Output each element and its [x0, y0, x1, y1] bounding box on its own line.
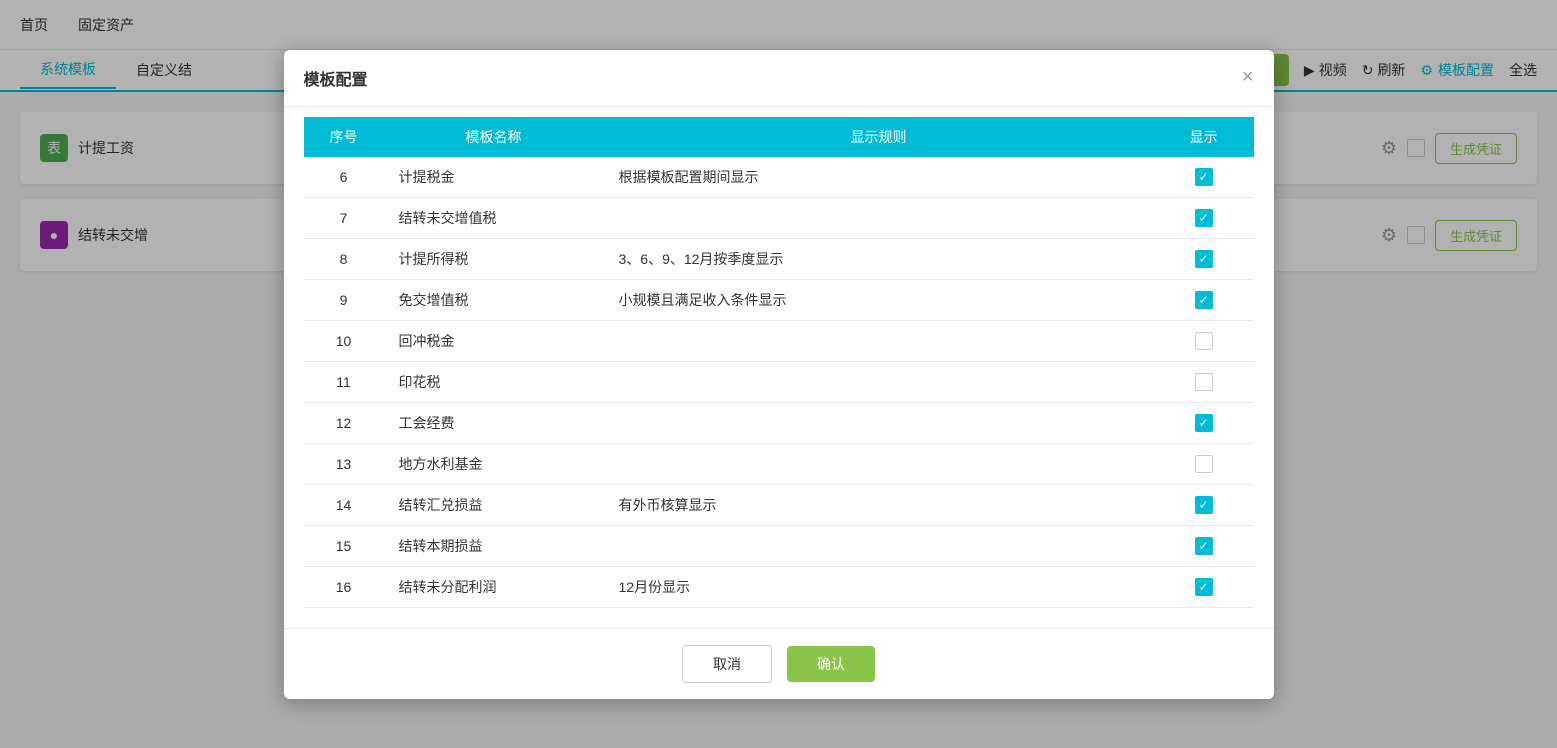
cell-rule-9 — [604, 525, 1154, 566]
th-seq: 序号 — [304, 117, 384, 157]
cell-seq-6: 12 — [304, 402, 384, 443]
checkbox-checked-10[interactable] — [1195, 578, 1213, 596]
modal-header: 模板配置 × — [284, 50, 1274, 107]
cell-show-4[interactable] — [1154, 320, 1254, 361]
cell-rule-0: 根据模板配置期间显示 — [604, 157, 1154, 198]
cell-seq-0: 6 — [304, 157, 384, 198]
table-row: 10回冲税金 — [304, 320, 1254, 361]
cell-name-7: 地方水利基金 — [384, 443, 604, 484]
th-name: 模板名称 — [384, 117, 604, 157]
cell-seq-7: 13 — [304, 443, 384, 484]
cell-name-5: 印花税 — [384, 361, 604, 402]
checkbox-unchecked-4[interactable] — [1195, 332, 1213, 350]
confirm-button[interactable]: 确认 — [787, 646, 875, 682]
cell-name-6: 工会经费 — [384, 402, 604, 443]
checkbox-7[interactable] — [1169, 455, 1239, 473]
cell-seq-8: 14 — [304, 484, 384, 525]
table-row: 8计提所得税3、6、9、12月按季度显示 — [304, 238, 1254, 279]
modal-footer: 取消 确认 — [284, 628, 1274, 699]
modal-title: 模板配置 — [304, 66, 368, 90]
cell-rule-2: 3、6、9、12月按季度显示 — [604, 238, 1154, 279]
table-row: 15结转本期损益 — [304, 525, 1254, 566]
cell-show-2[interactable] — [1154, 238, 1254, 279]
table-row: 6计提税金根据模板配置期间显示 — [304, 157, 1254, 198]
cell-name-10: 结转未分配利润 — [384, 566, 604, 607]
checkbox-checked-9[interactable] — [1195, 537, 1213, 555]
cell-name-9: 结转本期损益 — [384, 525, 604, 566]
checkbox-checked-8[interactable] — [1195, 496, 1213, 514]
checkbox-1[interactable] — [1169, 209, 1239, 227]
checkbox-10[interactable] — [1169, 578, 1239, 596]
table-row: 7结转未交增值税 — [304, 197, 1254, 238]
checkbox-unchecked-5[interactable] — [1195, 373, 1213, 391]
cell-name-3: 免交增值税 — [384, 279, 604, 320]
checkbox-checked-3[interactable] — [1195, 291, 1213, 309]
table-row: 14结转汇兑损益有外币核算显示 — [304, 484, 1254, 525]
table-row: 12工会经费 — [304, 402, 1254, 443]
modal-close-button[interactable]: × — [1242, 66, 1254, 89]
cell-rule-5 — [604, 361, 1154, 402]
table-row: 16结转未分配利润12月份显示 — [304, 566, 1254, 607]
modal-overlay: 模板配置 × 序号 模板名称 显示规则 显示 6计提税金根据模板配置期间显示7结… — [0, 0, 1557, 748]
cell-rule-4 — [604, 320, 1154, 361]
cell-seq-2: 8 — [304, 238, 384, 279]
cell-seq-10: 16 — [304, 566, 384, 607]
cell-name-2: 计提所得税 — [384, 238, 604, 279]
cell-rule-10: 12月份显示 — [604, 566, 1154, 607]
checkbox-3[interactable] — [1169, 291, 1239, 309]
cell-name-4: 回冲税金 — [384, 320, 604, 361]
cell-show-8[interactable] — [1154, 484, 1254, 525]
modal-template-config: 模板配置 × 序号 模板名称 显示规则 显示 6计提税金根据模板配置期间显示7结… — [284, 50, 1274, 699]
table-body: 6计提税金根据模板配置期间显示7结转未交增值税8计提所得税3、6、9、12月按季… — [304, 157, 1254, 608]
cell-name-1: 结转未交增值税 — [384, 197, 604, 238]
cell-show-0[interactable] — [1154, 157, 1254, 198]
checkbox-0[interactable] — [1169, 168, 1239, 186]
cell-show-7[interactable] — [1154, 443, 1254, 484]
cell-seq-4: 10 — [304, 320, 384, 361]
cell-seq-5: 11 — [304, 361, 384, 402]
cell-show-3[interactable] — [1154, 279, 1254, 320]
checkbox-9[interactable] — [1169, 537, 1239, 555]
modal-body: 序号 模板名称 显示规则 显示 6计提税金根据模板配置期间显示7结转未交增值税8… — [284, 107, 1274, 628]
th-show: 显示 — [1154, 117, 1254, 157]
cell-show-9[interactable] — [1154, 525, 1254, 566]
cell-rule-3: 小规模且满足收入条件显示 — [604, 279, 1154, 320]
cell-rule-7 — [604, 443, 1154, 484]
checkbox-unchecked-7[interactable] — [1195, 455, 1213, 473]
cell-seq-1: 7 — [304, 197, 384, 238]
checkbox-checked-6[interactable] — [1195, 414, 1213, 432]
checkbox-8[interactable] — [1169, 496, 1239, 514]
cell-show-6[interactable] — [1154, 402, 1254, 443]
config-table: 序号 模板名称 显示规则 显示 6计提税金根据模板配置期间显示7结转未交增值税8… — [304, 117, 1254, 608]
cell-rule-6 — [604, 402, 1154, 443]
checkbox-checked-2[interactable] — [1195, 250, 1213, 268]
table-row: 9免交增值税小规模且满足收入条件显示 — [304, 279, 1254, 320]
cell-name-0: 计提税金 — [384, 157, 604, 198]
checkbox-2[interactable] — [1169, 250, 1239, 268]
cell-show-5[interactable] — [1154, 361, 1254, 402]
cell-seq-9: 15 — [304, 525, 384, 566]
cell-rule-8: 有外币核算显示 — [604, 484, 1154, 525]
table-row: 13地方水利基金 — [304, 443, 1254, 484]
cell-show-1[interactable] — [1154, 197, 1254, 238]
checkbox-checked-1[interactable] — [1195, 209, 1213, 227]
cell-seq-3: 9 — [304, 279, 384, 320]
th-rule: 显示规则 — [604, 117, 1154, 157]
table-row: 11印花税 — [304, 361, 1254, 402]
checkbox-checked-0[interactable] — [1195, 168, 1213, 186]
cell-rule-1 — [604, 197, 1154, 238]
cell-name-8: 结转汇兑损益 — [384, 484, 604, 525]
cell-show-10[interactable] — [1154, 566, 1254, 607]
checkbox-6[interactable] — [1169, 414, 1239, 432]
table-header-row: 序号 模板名称 显示规则 显示 — [304, 117, 1254, 157]
checkbox-4[interactable] — [1169, 332, 1239, 350]
cancel-button[interactable]: 取消 — [682, 645, 772, 683]
checkbox-5[interactable] — [1169, 373, 1239, 391]
